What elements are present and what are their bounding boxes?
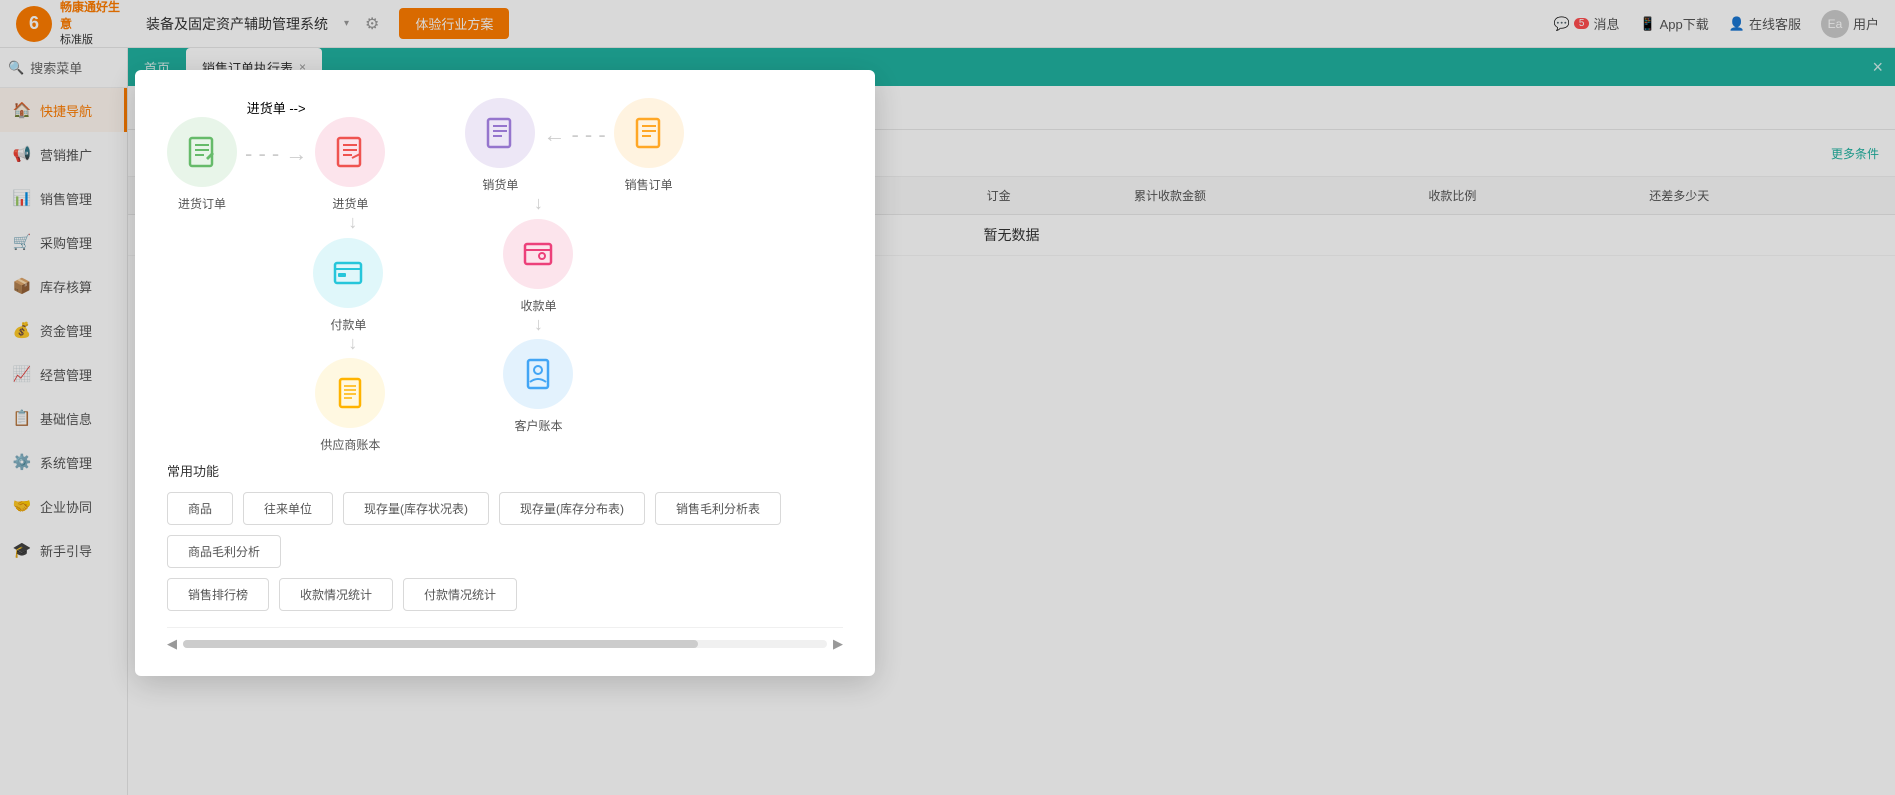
sales-order-label: 销售订单 bbox=[625, 176, 673, 193]
sales-bill-circle bbox=[465, 98, 535, 168]
func-row-1: 商品 往来单位 现存量(库存状况表) 现存量(库存分布表) 销售毛利分析表 商品… bbox=[167, 492, 843, 568]
payment-circle bbox=[313, 238, 383, 308]
func-btn-goods-profit[interactable]: 商品毛利分析 bbox=[167, 535, 281, 568]
purchase-order-label: 进货订单 bbox=[178, 195, 226, 212]
common-functions-title: 常用功能 bbox=[167, 461, 843, 480]
func-btn-contacts[interactable]: 往来单位 bbox=[243, 492, 333, 525]
receipt-label: 收款单 bbox=[520, 297, 556, 314]
modal-scrollbar: ◀ ▶ bbox=[167, 627, 843, 656]
flow-node-receipt: 收款单 bbox=[503, 219, 573, 314]
func-btn-sales-rank[interactable]: 销售排行榜 bbox=[167, 578, 269, 611]
sales-bill-label: 销货单 bbox=[482, 176, 518, 193]
common-functions: 常用功能 商品 往来单位 现存量(库存状况表) 现存量(库存分布表) 销售毛利分… bbox=[167, 461, 843, 611]
flow-node-customer-ledger: 客户账本 bbox=[503, 339, 573, 434]
func-row-2: 销售排行榜 收款情况统计 付款情况统计 bbox=[167, 578, 843, 611]
scroll-left-icon[interactable]: ◀ bbox=[167, 636, 177, 652]
func-btn-stock-dist[interactable]: 现存量(库存分布表) bbox=[499, 492, 645, 525]
purchase-bill-circle bbox=[315, 117, 385, 187]
func-btn-payment-stats[interactable]: 付款情况统计 bbox=[403, 578, 517, 611]
scroll-right-icon[interactable]: ▶ bbox=[833, 636, 843, 652]
flow-node-purchase-bill: 进货单 bbox=[315, 117, 385, 212]
sales-order-circle bbox=[614, 98, 684, 168]
flow-node-purchase-order: 进货订单 bbox=[167, 117, 237, 212]
func-btn-receipt-stats[interactable]: 收款情况统计 bbox=[279, 578, 393, 611]
func-btn-sales-profit[interactable]: 销售毛利分析表 bbox=[655, 492, 781, 525]
customer-ledger-circle bbox=[503, 339, 573, 409]
scroll-track[interactable] bbox=[183, 640, 827, 648]
func-btn-goods[interactable]: 商品 bbox=[167, 492, 233, 525]
flow-node-sales-order: 销售订单 bbox=[614, 98, 684, 193]
supplier-ledger-circle bbox=[315, 358, 385, 428]
receipt-circle bbox=[503, 219, 573, 289]
customer-ledger-label: 客户账本 bbox=[514, 417, 562, 434]
purchase-bill-label: 进货单 bbox=[332, 195, 368, 212]
flow-node-sales-bill: 销货单 bbox=[465, 98, 535, 193]
flow-modal: 进货单 --> 进货订单 - - - → 进货单 bbox=[135, 70, 875, 676]
purchase-order-circle bbox=[167, 117, 237, 187]
flow-node-payment: 付款单 bbox=[313, 238, 383, 333]
scroll-thumb[interactable] bbox=[183, 640, 698, 648]
func-btn-stock-status[interactable]: 现存量(库存状况表) bbox=[343, 492, 489, 525]
flow-node-supplier-ledger: 供应商账本 bbox=[315, 358, 385, 453]
supplier-ledger-label: 供应商账本 bbox=[320, 436, 380, 453]
payment-label: 付款单 bbox=[330, 316, 366, 333]
